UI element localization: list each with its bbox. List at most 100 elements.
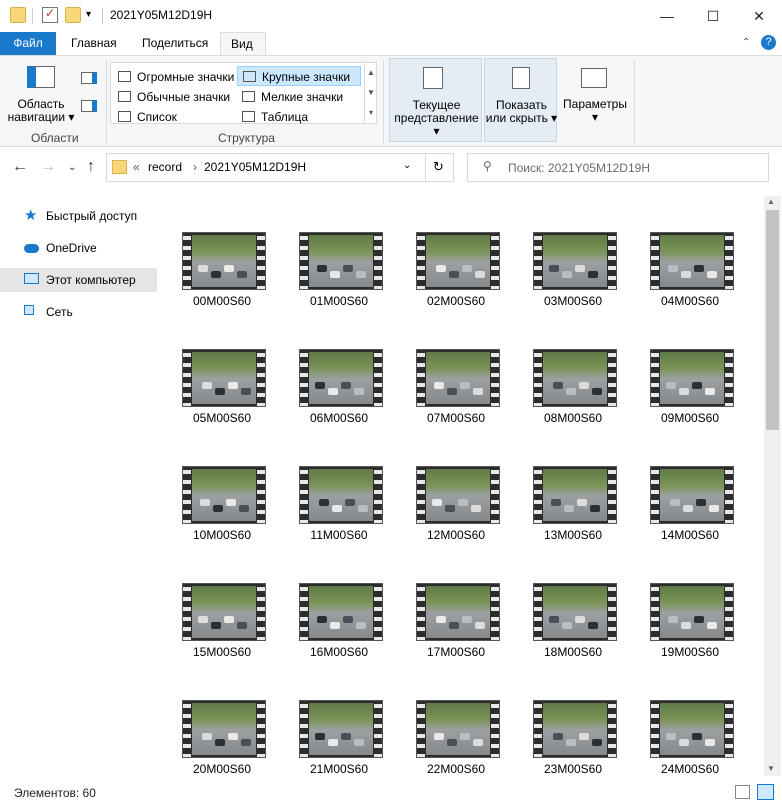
file-item[interactable]: 23M00S60 [523,688,623,792]
nav-item-onedrive[interactable]: OneDrive [0,236,157,260]
film-strip-edge [725,584,733,640]
recent-locations-icon[interactable]: ⌄ [68,162,76,173]
file-item[interactable]: 18M00S60 [523,571,623,675]
nav-item-quick-access[interactable]: ★ Быстрый доступ [0,204,157,228]
properties-icon[interactable]: ✓ [42,6,58,23]
file-item[interactable]: 03M00S60 [523,220,623,324]
file-item[interactable]: 09M00S60 [640,337,740,441]
breadcrumb-separator[interactable]: › [193,160,197,174]
large-icons-view-icon[interactable] [757,784,774,800]
details-pane-icon[interactable] [81,100,97,112]
car-shape [473,388,483,395]
nav-item-network[interactable]: Сеть [0,300,157,324]
maximize-button[interactable]: ☐ [690,0,736,32]
file-item[interactable]: 21M00S60 [289,688,389,792]
preview-pane-icon[interactable] [81,72,97,84]
car-shape [666,733,676,740]
film-strip-edge [257,350,265,406]
search-box[interactable]: ⚲ Поиск: 2021Y05M12D19H [467,153,769,182]
forward-button[interactable]: → [40,158,56,176]
list-icon [118,111,131,122]
film-strip-edge [608,467,616,523]
car-shape [341,382,351,389]
video-thumbnail [182,583,266,641]
car-shape [577,499,587,506]
film-strip-edge [608,701,616,757]
file-item[interactable]: 10M00S60 [172,454,272,558]
file-item[interactable]: 04M00S60 [640,220,740,324]
file-item[interactable]: 22M00S60 [406,688,506,792]
close-button[interactable]: ✕ [736,0,782,32]
film-strip-edge [417,233,425,289]
file-item[interactable]: 12M00S60 [406,454,506,558]
nav-item-this-pc[interactable]: Этот компьютер [0,268,157,292]
film-strip-edge [257,467,265,523]
file-item[interactable]: 00M00S60 [172,220,272,324]
details-view-icon[interactable] [735,785,750,799]
file-item[interactable]: 01M00S60 [289,220,389,324]
address-dropdown-icon[interactable]: ⌄ [403,160,411,171]
file-item[interactable]: 16M00S60 [289,571,389,675]
new-folder-icon[interactable] [65,7,81,23]
layout-details[interactable]: Таблица [237,107,361,127]
car-shape [358,505,368,512]
help-icon[interactable]: ? [761,35,776,50]
car-shape [553,382,563,389]
film-strip-edge [651,467,659,523]
file-item[interactable]: 20M00S60 [172,688,272,792]
file-item[interactable]: 24M00S60 [640,688,740,792]
file-item[interactable]: 13M00S60 [523,454,623,558]
computer-icon [24,273,39,284]
navigation-pane-icon[interactable] [27,66,55,88]
current-view-button[interactable]: Текущее представление ▾ [389,58,482,142]
file-item[interactable]: 06M00S60 [289,337,389,441]
file-item[interactable]: 11M00S60 [289,454,389,558]
details-icon [242,111,255,122]
small-icons-label: Мелкие значки [261,90,344,104]
file-item[interactable]: 02M00S60 [406,220,506,324]
file-item[interactable]: 05M00S60 [172,337,272,441]
frame-preview [309,352,373,404]
tab-view[interactable]: Вид [220,32,266,56]
quick-access-dropdown-icon[interactable]: ▾ [86,9,91,20]
minimize-button[interactable]: — [644,0,690,32]
file-item[interactable]: 15M00S60 [172,571,272,675]
film-strip-edge [300,701,308,757]
file-item[interactable]: 07M00S60 [406,337,506,441]
scroll-down-icon[interactable]: ▼ [767,764,775,773]
file-item[interactable]: 08M00S60 [523,337,623,441]
layout-list[interactable]: Список [113,107,237,127]
layout-scroll-buttons[interactable]: ▲ ▼ ▾ [364,63,377,123]
scrollbar-thumb[interactable] [766,210,779,430]
vertical-scrollbar[interactable]: ▲ ▼ [764,196,781,776]
car-shape [666,382,676,389]
options-button[interactable]: Параметры ▾ [560,58,630,142]
file-item[interactable]: 17M00S60 [406,571,506,675]
layout-medium-icons[interactable]: Обычные значки [113,87,237,107]
breadcrumb-current[interactable]: 2021Y05M12D19H [204,160,306,174]
breadcrumb-overflow[interactable]: « [133,160,140,174]
layout-large-icons[interactable]: Крупные значки [237,66,361,86]
tab-home[interactable]: Главная [61,32,127,56]
tab-share[interactable]: Поделиться [132,32,218,56]
show-hide-button[interactable]: Показать или скрыть ▾ [484,58,557,142]
tab-file[interactable]: Файл [0,32,56,56]
address-bar[interactable]: « record › 2021Y05M12D19H ⌄ ↻ [106,153,454,182]
layout-small-icons[interactable]: Мелкие значки [237,87,361,107]
breadcrumb-record[interactable]: record [148,160,182,174]
car-shape [328,388,338,395]
file-name: 17M00S60 [426,645,486,659]
back-button[interactable]: ← [12,158,28,176]
layout-huge-icons[interactable]: Огромные значки [113,67,237,87]
up-button[interactable]: ↑ [87,158,95,176]
frame-preview [660,235,724,287]
collapse-ribbon-icon[interactable]: ⌃ [742,37,750,48]
file-item[interactable]: 14M00S60 [640,454,740,558]
refresh-icon[interactable]: ↻ [433,159,444,175]
file-item[interactable]: 19M00S60 [640,571,740,675]
search-input[interactable]: Поиск: 2021Y05M12D19H [508,161,650,175]
video-thumbnail [650,466,734,524]
frame-preview [543,235,607,287]
scroll-up-icon[interactable]: ▲ [767,197,775,206]
navigation-pane-button[interactable]: Область навигации ▾ [4,98,78,124]
